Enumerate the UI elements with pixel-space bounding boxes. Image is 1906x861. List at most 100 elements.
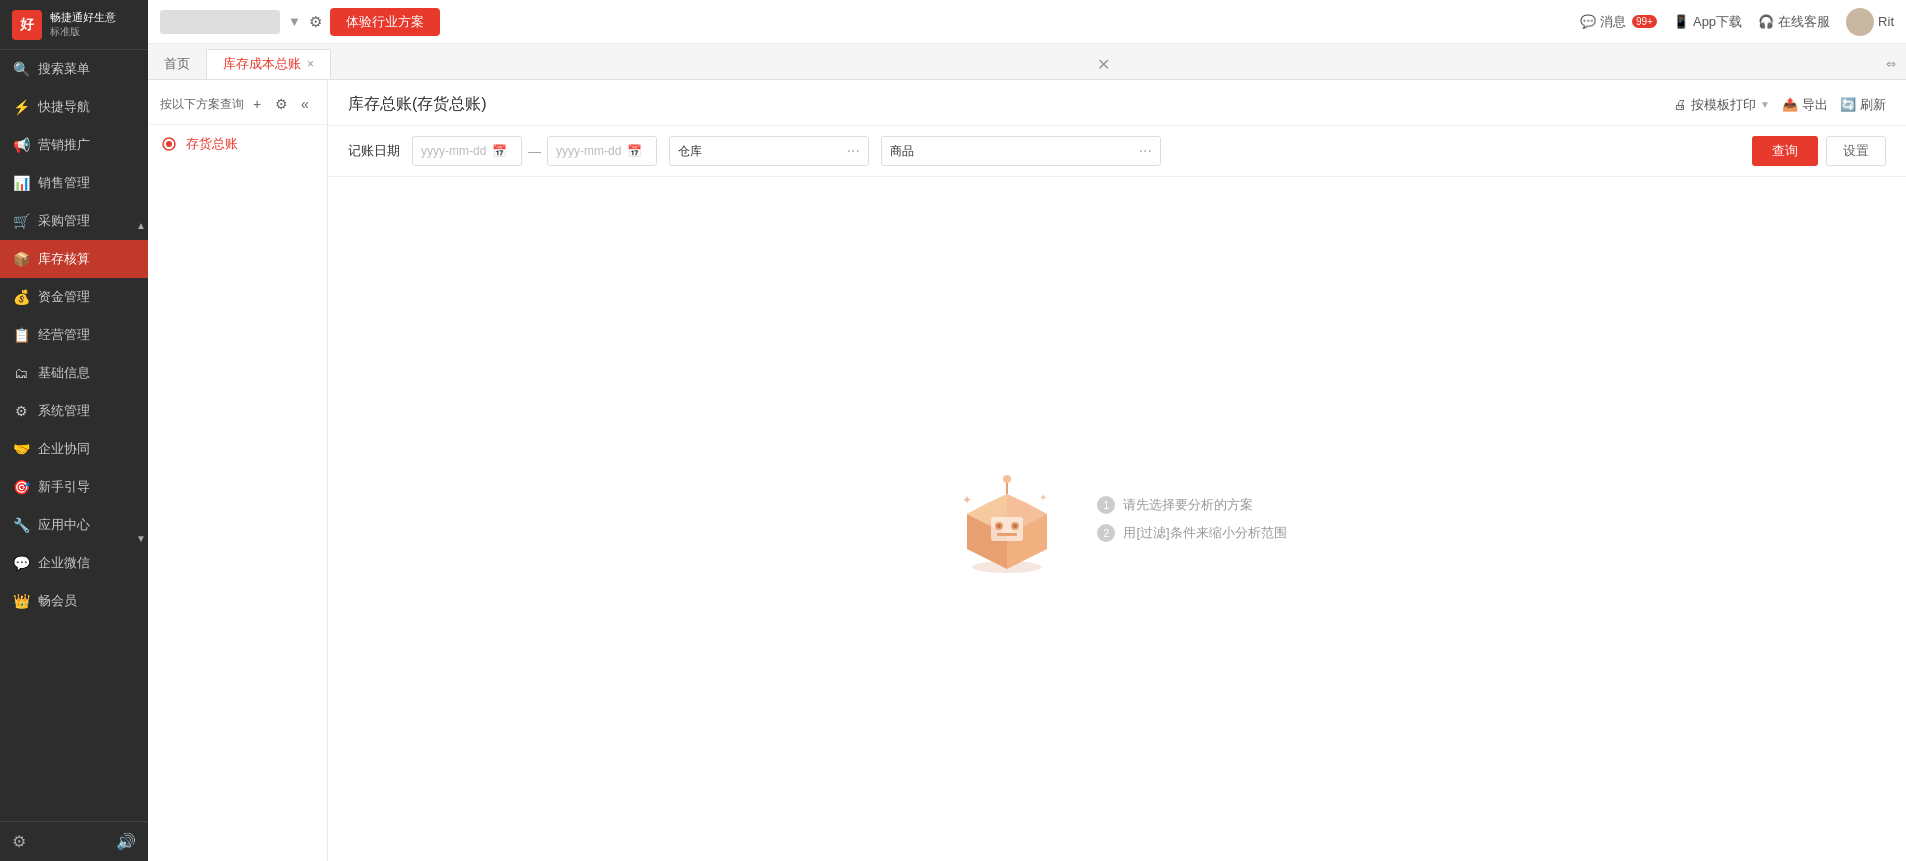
print-icon: 🖨 [1674,97,1687,112]
sidebar-sound-icon[interactable]: 🔊 [116,832,136,851]
date-start-placeholder: yyyy-mm-dd [421,144,486,158]
sidebar-item-appcenter[interactable]: 🔧 应用中心 [0,506,148,544]
export-label: 导出 [1802,96,1828,114]
svg-text:✦: ✦ [962,493,972,507]
export-btn[interactable]: 📤 导出 [1782,96,1828,114]
tab-panel-expand-btn[interactable]: ⇔ [1876,49,1906,79]
sidebar-item-operations[interactable]: 📋 经营管理 [0,316,148,354]
scheme-item-icon [160,135,178,153]
sidebar-item-label: 资金管理 [38,288,90,306]
appcenter-icon: 🔧 [12,516,30,534]
empty-state: ✦ ✦ 1 请先选择要分析的方案 2 用[过滤]条件来缩小分析范围 [328,177,1906,861]
right-panel: 库存总账(存货总账) 🖨 按模板打印 ▼ 📤 导出 🔄 刷新 [328,80,1906,861]
sidebar-search[interactable]: 🔍 搜索菜单 [0,50,148,88]
sidebar-item-enterprise[interactable]: 🤝 企业协同 [0,430,148,468]
app-name: 畅捷通好生意 [50,10,116,24]
enterprise-icon: 🤝 [12,440,30,458]
svg-rect-13 [997,533,1017,536]
sidebar-item-label: 经营管理 [38,326,90,344]
svg-point-12 [1013,524,1017,528]
user-name: Rit [1878,14,1894,29]
sidebar-item-purchase[interactable]: 🛒 采购管理 [0,202,148,240]
filter-date-start[interactable]: yyyy-mm-dd 📅 [412,136,522,166]
calendar-end-icon[interactable]: 📅 [627,144,642,158]
topbar-right: 💬 消息 99+ 📱 App下载 🎧 在线客服 Rit [1580,8,1894,36]
sidebar-item-inventory[interactable]: 📦 库存核算 [0,240,148,278]
app-badge: 标准版 [50,25,116,39]
filter-warehouse[interactable]: 仓库 ··· [669,136,869,166]
print-btn[interactable]: 🖨 按模板打印 ▼ [1674,96,1770,114]
sidebar-item-label: 基础信息 [38,364,90,382]
sidebar-item-label: 库存核算 [38,250,90,268]
sidebar-item-newguide[interactable]: 🎯 新手引导 [0,468,148,506]
date-end-placeholder: yyyy-mm-dd [556,144,621,158]
add-scheme-btn[interactable]: + [247,94,267,114]
app-download-label: App下载 [1693,13,1742,31]
sidebar-item-sales[interactable]: 📊 销售管理 [0,164,148,202]
sidebar-item-wechat[interactable]: 💬 企业微信 [0,544,148,582]
industry-btn[interactable]: 体验行业方案 [330,8,440,36]
export-icon: 📤 [1782,97,1798,112]
sidebar-item-label: 企业微信 [38,554,90,572]
calendar-start-icon[interactable]: 📅 [492,144,507,158]
print-label: 按模板打印 [1691,96,1756,114]
filter-date-group: yyyy-mm-dd 📅 — yyyy-mm-dd 📅 [412,136,657,166]
svg-point-15 [1003,475,1011,483]
chevron-down-icon[interactable]: ▼ [288,14,301,29]
empty-tip-2: 2 用[过滤]条件来缩小分析范围 [1097,524,1286,542]
scheme-settings-btn[interactable]: ⚙ [271,94,291,114]
sales-icon: 📊 [12,174,30,192]
print-chevron: ▼ [1760,99,1770,110]
sidebar-item-label: 畅会员 [38,592,77,610]
warehouse-more-icon[interactable]: ··· [847,142,860,160]
sidebar-item-label: 企业协同 [38,440,90,458]
empty-tip-1: 1 请先选择要分析的方案 [1097,496,1286,514]
page-title: 库存总账(存货总账) [348,94,487,115]
left-panel-actions: + ⚙ « [247,94,315,114]
newguide-icon: 🎯 [12,478,30,496]
tab-home[interactable]: 首页 [148,49,206,79]
online-service-item[interactable]: 🎧 在线客服 [1758,13,1830,31]
wechat-icon: 💬 [12,554,30,572]
sidebar-item-shortcut[interactable]: ⚡ 快捷导航 [0,88,148,126]
sidebar-item-label: 新手引导 [38,478,90,496]
empty-tips: 1 请先选择要分析的方案 2 用[过滤]条件来缩小分析范围 [1097,496,1286,542]
online-service-label: 在线客服 [1778,13,1830,31]
collapse-panel-btn[interactable]: « [295,94,315,114]
sidebar-settings-icon[interactable]: ⚙ [12,832,26,851]
svg-text:✦: ✦ [1039,492,1047,503]
sidebar-scroll-down[interactable]: ▼ [136,533,146,544]
tab-panel-close-btn[interactable]: ✕ [1089,49,1119,79]
tab-inventory-ledger[interactable]: 库存成本总账 × [206,49,331,79]
svg-point-1 [166,141,172,147]
sidebar-item-system[interactable]: ⚙ 系统管理 [0,392,148,430]
sidebar-item-label: 采购管理 [38,212,90,230]
scheme-item-inventory[interactable]: 存货总账 [148,125,327,163]
left-panel: 按以下方案查询 + ⚙ « 存货总账 [148,80,328,861]
purchase-icon: 🛒 [12,212,30,230]
member-icon: 👑 [12,592,30,610]
goods-label: 商品 [890,143,914,160]
tab-close-icon[interactable]: × [307,57,314,71]
shortcut-icon: ⚡ [12,98,30,116]
left-panel-title: 按以下方案查询 [160,96,244,113]
refresh-btn[interactable]: 🔄 刷新 [1840,96,1886,114]
setting-btn[interactable]: 设置 [1826,136,1886,166]
user-item[interactable]: Rit [1846,8,1894,36]
sidebar-item-member[interactable]: 👑 畅会员 [0,582,148,620]
phone-icon: 📱 [1673,14,1689,29]
page-header: 库存总账(存货总账) 🖨 按模板打印 ▼ 📤 导出 🔄 刷新 [328,80,1906,126]
app-download-item[interactable]: 📱 App下载 [1673,13,1742,31]
message-item[interactable]: 💬 消息 99+ [1580,13,1657,31]
topbar-settings-icon[interactable]: ⚙ [309,13,322,31]
filter-goods[interactable]: 商品 ··· [881,136,1161,166]
sidebar-item-basic[interactable]: 🗂 基础信息 [0,354,148,392]
filter-date-end[interactable]: yyyy-mm-dd 📅 [547,136,657,166]
sidebar-item-marketing[interactable]: 📢 营销推广 [0,126,148,164]
sidebar-scroll-up[interactable]: ▲ [136,220,146,231]
user-avatar [1846,8,1874,36]
search-icon: 🔍 [12,60,30,78]
goods-more-icon[interactable]: ··· [1139,142,1152,160]
sidebar-item-finance[interactable]: 💰 资金管理 [0,278,148,316]
query-btn[interactable]: 查询 [1752,136,1818,166]
